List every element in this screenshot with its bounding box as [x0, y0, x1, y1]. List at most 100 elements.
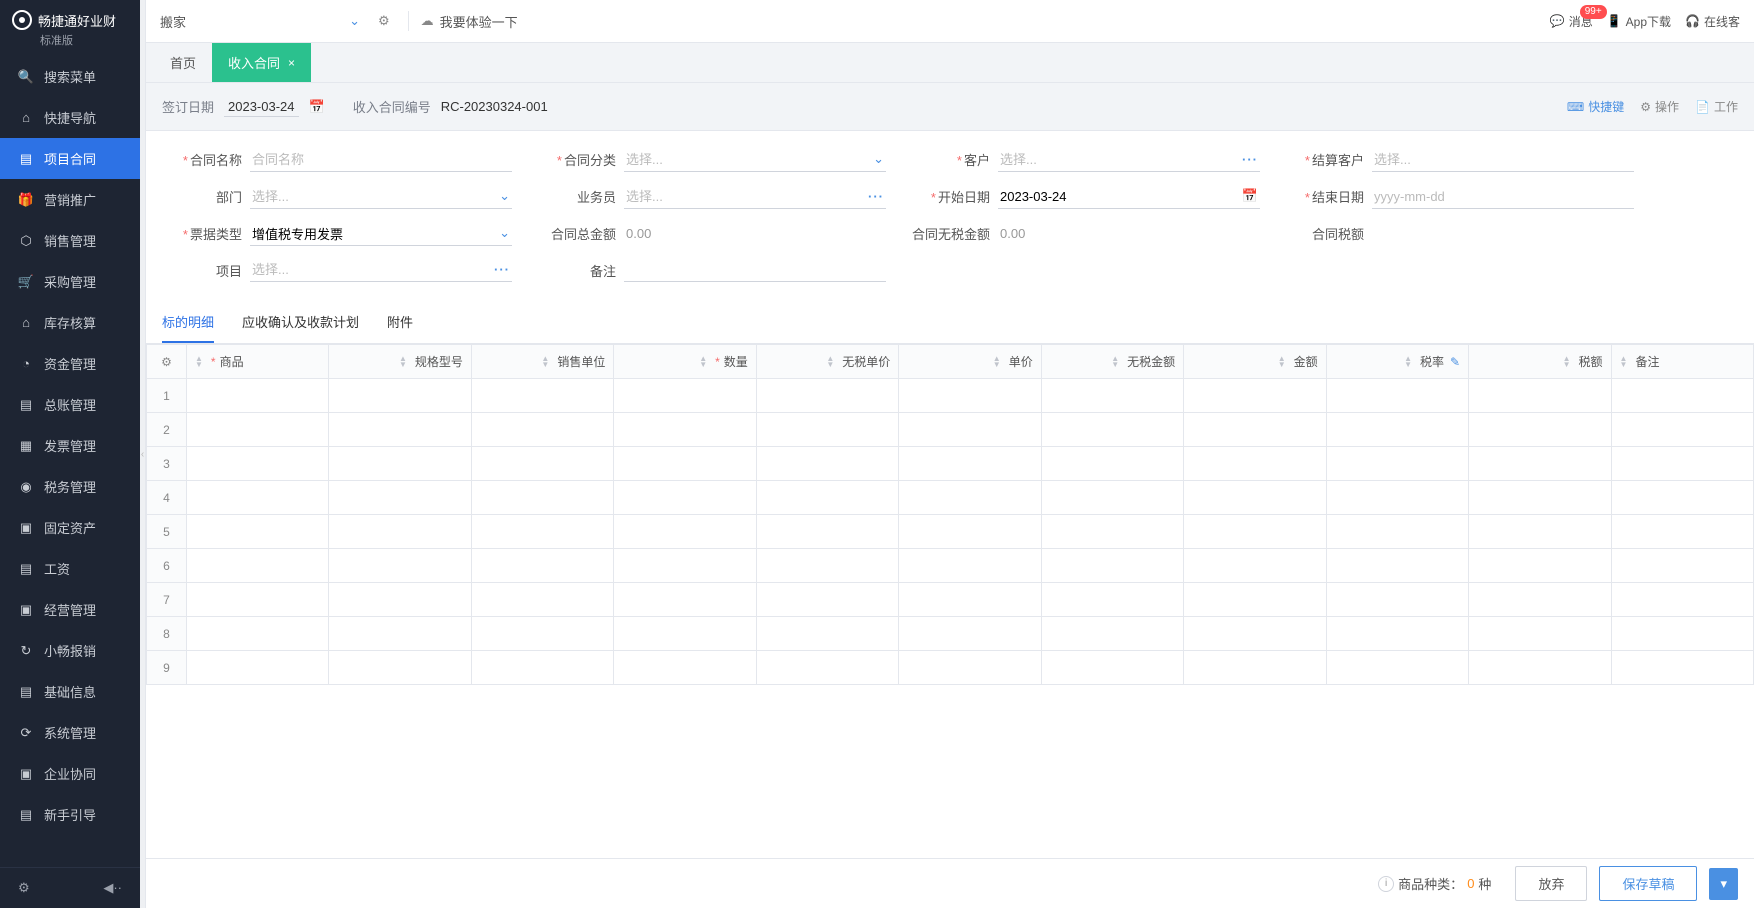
table-cell[interactable] [1469, 515, 1611, 549]
detail-tab-0[interactable]: 标的明细 [162, 302, 214, 343]
column-header-1[interactable]: ▲▼规格型号 [329, 345, 471, 379]
table-cell[interactable] [899, 481, 1041, 515]
sidebar-item-8[interactable]: ▤总账管理 [0, 384, 140, 425]
table-cell[interactable] [614, 617, 756, 651]
sort-icon[interactable]: ▲▼ [541, 356, 549, 368]
table-row[interactable]: 7 [147, 583, 1754, 617]
sidebar-item-11[interactable]: ▣固定资产 [0, 507, 140, 548]
sort-icon[interactable]: ▲▼ [399, 356, 407, 368]
sort-icon[interactable]: ▲▼ [1278, 356, 1286, 368]
sort-icon[interactable]: ▲▼ [1404, 356, 1412, 368]
sidebar-collapse-icon[interactable]: ◀·· [103, 880, 122, 896]
sidebar-item-1[interactable]: ⌂快捷导航 [0, 97, 140, 138]
column-header-6[interactable]: ▲▼无税金额 [1041, 345, 1183, 379]
table-row[interactable]: 6 [147, 549, 1754, 583]
shortcut-link[interactable]: ⌨快捷键 [1567, 98, 1624, 115]
table-cell[interactable] [899, 651, 1041, 685]
sidebar-item-13[interactable]: ▣经营管理 [0, 589, 140, 630]
sidebar-item-5[interactable]: 🛒采购管理 [0, 261, 140, 302]
table-cell[interactable] [1326, 413, 1468, 447]
table-cell[interactable] [1326, 651, 1468, 685]
sidebar-item-15[interactable]: ▤基础信息 [0, 671, 140, 712]
sort-icon[interactable]: ▲▼ [195, 356, 203, 368]
table-cell[interactable] [1041, 379, 1183, 413]
tab-0[interactable]: 首页 [154, 43, 212, 82]
sort-icon[interactable]: ▲▼ [1563, 356, 1571, 368]
sidebar-item-0[interactable]: 🔍搜索菜单 [0, 56, 140, 97]
messages-button[interactable]: 💬 消息 99+ [1550, 13, 1593, 30]
discard-button[interactable]: 放弃 [1515, 866, 1587, 901]
sidebar-item-9[interactable]: ▦发票管理 [0, 425, 140, 466]
org-selector[interactable]: 搬家 ⌄ [160, 12, 360, 31]
table-cell[interactable] [1041, 651, 1183, 685]
column-header-3[interactable]: ▲▼*数量 [614, 345, 756, 379]
salesperson-select[interactable]: ··· [624, 185, 886, 209]
sort-icon[interactable]: ▲▼ [1620, 356, 1628, 368]
table-cell[interactable] [329, 481, 471, 515]
table-cell[interactable] [471, 651, 613, 685]
column-header-9[interactable]: ▲▼税额 [1469, 345, 1611, 379]
table-cell[interactable] [1184, 651, 1326, 685]
table-cell[interactable] [471, 481, 613, 515]
table-row[interactable]: 1 [147, 379, 1754, 413]
table-cell[interactable] [187, 617, 329, 651]
org-settings-icon[interactable]: ⚙ [372, 13, 396, 29]
table-cell[interactable] [471, 413, 613, 447]
save-dropdown-button[interactable]: ▾ [1709, 868, 1738, 900]
project-select[interactable]: ··· [250, 258, 512, 282]
table-cell[interactable] [329, 617, 471, 651]
table-cell[interactable] [1326, 379, 1468, 413]
table-row[interactable]: 4 [147, 481, 1754, 515]
table-cell[interactable] [1469, 617, 1611, 651]
sort-icon[interactable]: ▲▼ [826, 356, 834, 368]
table-cell[interactable] [1469, 379, 1611, 413]
sort-icon[interactable]: ▲▼ [1111, 356, 1119, 368]
table-cell[interactable] [471, 549, 613, 583]
sidebar-item-16[interactable]: ⟳系统管理 [0, 712, 140, 753]
table-cell[interactable] [1184, 515, 1326, 549]
table-cell[interactable] [329, 413, 471, 447]
invoice-type-select[interactable]: ⌄ [250, 221, 512, 246]
sort-icon[interactable]: ▲▼ [699, 356, 707, 368]
dept-select[interactable]: ⌄ [250, 184, 512, 209]
table-cell[interactable] [187, 515, 329, 549]
table-row[interactable]: 9 [147, 651, 1754, 685]
table-cell[interactable] [1326, 447, 1468, 481]
table-row[interactable]: 2 [147, 413, 1754, 447]
column-header-4[interactable]: ▲▼无税单价 [756, 345, 898, 379]
sidebar-item-2[interactable]: ▤项目合同 [0, 138, 140, 179]
table-cell[interactable] [187, 651, 329, 685]
table-cell[interactable] [1469, 447, 1611, 481]
table-cell[interactable] [756, 651, 898, 685]
table-cell[interactable] [1611, 583, 1753, 617]
table-cell[interactable] [899, 379, 1041, 413]
table-cell[interactable] [756, 413, 898, 447]
table-cell[interactable] [1041, 447, 1183, 481]
table-cell[interactable] [1611, 481, 1753, 515]
table-cell[interactable] [187, 447, 329, 481]
end-date-input[interactable] [1372, 185, 1634, 209]
table-cell[interactable] [329, 447, 471, 481]
table-cell[interactable] [1611, 413, 1753, 447]
sidebar-item-3[interactable]: 🎁营销推广 [0, 179, 140, 220]
table-cell[interactable] [1184, 481, 1326, 515]
contract-name-input[interactable] [252, 152, 510, 167]
table-cell[interactable] [614, 549, 756, 583]
table-cell[interactable] [614, 413, 756, 447]
tab-1[interactable]: 收入合同× [212, 43, 311, 82]
table-cell[interactable] [1611, 379, 1753, 413]
table-cell[interactable] [1184, 379, 1326, 413]
table-cell[interactable] [1469, 583, 1611, 617]
sidebar-item-17[interactable]: ▣企业协同 [0, 753, 140, 794]
sign-date-value[interactable]: 2023-03-24 [224, 97, 299, 117]
table-cell[interactable] [614, 379, 756, 413]
table-cell[interactable] [1611, 651, 1753, 685]
save-draft-button[interactable]: 保存草稿 [1599, 866, 1697, 901]
calendar-icon[interactable]: 📅 [309, 99, 325, 115]
table-cell[interactable] [1326, 617, 1468, 651]
sidebar-item-18[interactable]: ▤新手引导 [0, 794, 140, 835]
table-cell[interactable] [1611, 447, 1753, 481]
table-cell[interactable] [471, 379, 613, 413]
column-header-0[interactable]: ▲▼*商品 [187, 345, 329, 379]
table-cell[interactable] [1469, 651, 1611, 685]
